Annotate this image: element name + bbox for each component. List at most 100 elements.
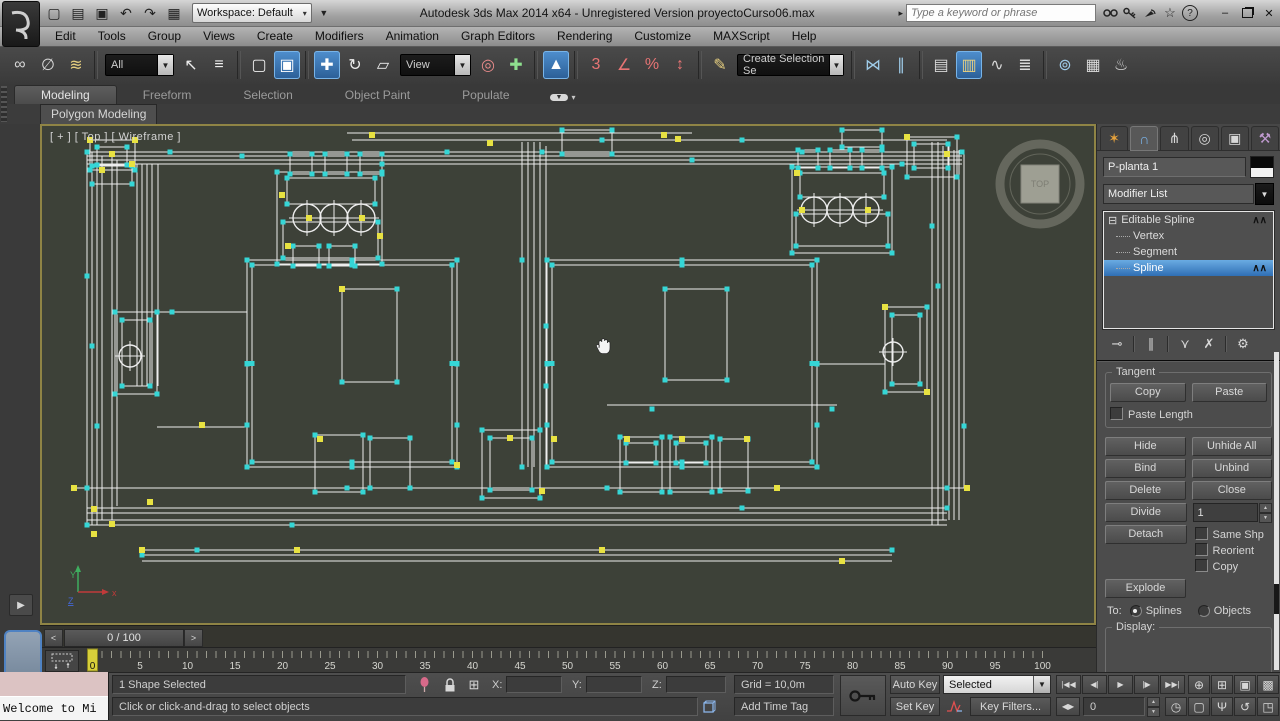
collapse-icon[interactable]: ⊟ [1108,214,1117,227]
scene-explorer-toggle[interactable]: ▥ [956,51,982,79]
named-selection-sets-dropdown[interactable]: Create Selection Se ▼ [737,53,844,77]
zoom-all-button[interactable]: ⊞ [1211,675,1233,694]
orbit-button[interactable]: ↺ [1234,697,1256,716]
viewport-layout-tabs-button[interactable]: ▶ [9,594,33,616]
new-file-icon[interactable]: ▢ [43,3,65,23]
detach-button[interactable]: Detach [1105,525,1187,544]
open-file-icon[interactable]: ▤ [67,3,89,23]
save-file-icon[interactable]: ▣ [91,3,113,23]
rectangular-selection-region-button[interactable]: ▢ [246,51,272,79]
select-and-rotate-button[interactable]: ↻ [342,51,368,79]
tangent-copy-button[interactable]: Copy [1110,383,1186,402]
viewport-label[interactable]: [ + ] [ Top ] [ Wireframe ] [50,131,181,143]
current-frame-field[interactable]: 0 [1083,697,1145,716]
menu-edit[interactable]: Edit [44,27,87,45]
spinner-snap-toggle[interactable]: ↕ [667,51,693,79]
menu-tools[interactable]: Tools [87,27,137,45]
motion-tab[interactable]: ◎ [1190,126,1219,151]
reorient-checkbox[interactable] [1194,543,1208,556]
select-and-scale-button[interactable]: ▱ [370,51,396,79]
object-color-swatch[interactable] [1250,156,1274,178]
dope-sheet-button[interactable]: ≣ [1012,51,1038,79]
time-configuration-button[interactable]: ◷ [1165,697,1187,716]
keyboard-shortcut-override-toggle[interactable]: ▲ [543,51,569,79]
same-shp-checkbox[interactable] [1194,527,1208,540]
isolate-selection-toggle[interactable] [414,676,434,694]
select-and-link-button[interactable]: ∞ [7,51,33,79]
select-and-move-button[interactable]: ✚ [314,51,340,79]
viewport-top[interactable]: [ + ] [ Top ] [ Wireframe ] TOP Yx Z [40,124,1096,625]
current-frame-indicator[interactable]: 0 [87,648,98,672]
menu-group[interactable]: Group [137,27,192,45]
menu-graph-editors[interactable]: Graph Editors [450,27,546,45]
scrollbar-thumb[interactable] [1274,584,1279,614]
object-name-field[interactable]: P-planta 1 [1103,157,1246,177]
zoom-extents-button[interactable]: ▣ [1234,675,1256,694]
key-filters-button[interactable]: Key Filters... [970,697,1051,716]
next-frame-arrow[interactable]: > [184,629,203,647]
add-time-tag-field[interactable]: Add Time Tag [734,697,834,716]
menu-animation[interactable]: Animation [375,27,450,45]
close-button[interactable]: Close [1191,481,1272,500]
select-and-manipulate-button[interactable]: ✚ [503,51,529,79]
ribbon-tab-selection[interactable]: Selection [217,86,318,104]
search-icon[interactable] [1100,4,1120,22]
next-frame-button[interactable]: |▶ [1134,675,1159,694]
mirror-button[interactable]: ⋈ [860,51,886,79]
x-coord-field[interactable] [506,676,562,693]
menu-create[interactable]: Create [246,27,304,45]
go-to-end-button[interactable]: ▶▶| [1160,675,1185,694]
use-pivot-point-center-button[interactable]: ◎ [475,51,501,79]
frame-spinner[interactable]: ▲ ▼ [1147,697,1160,717]
favorites-star-icon[interactable]: ☆ [1160,4,1180,22]
zoom-button[interactable]: ⊕ [1188,675,1210,694]
welcome-window[interactable]: Welcome to Mi [0,672,109,720]
bind-to-space-warp-button[interactable]: ≋ [63,51,89,79]
key-mode-toggle[interactable]: ◀▶ [1056,697,1080,716]
render-production-button[interactable]: ♨ [1108,51,1134,79]
menu-customize[interactable]: Customize [623,27,702,45]
explode-button[interactable]: Explode [1105,579,1186,598]
pan-button[interactable]: Ψ [1211,697,1233,716]
make-unique-button[interactable]: ⋎ [1173,336,1197,352]
paste-length-checkbox[interactable] [1110,407,1123,420]
z-coord-field[interactable] [666,676,726,693]
sign-in-key-icon[interactable] [1120,4,1140,22]
help-icon[interactable]: ? [1180,4,1200,22]
stack-item-spline[interactable]: Spline ∧∧ [1104,260,1273,276]
ribbon-tab-modeling[interactable]: Modeling [14,85,117,104]
set-keys-button[interactable] [840,675,886,716]
remove-modifier-button[interactable]: ✗ [1197,336,1221,352]
select-object-button[interactable]: ↖ [178,51,204,79]
undo-icon[interactable]: ↶ [115,3,137,23]
search-expand-icon[interactable]: ▸ [898,8,903,19]
edit-named-selection-sets-button[interactable]: ✎ [707,51,733,79]
ribbon-tab-object-paint[interactable]: Object Paint [319,86,436,104]
render-setup-button[interactable]: ⊚ [1052,51,1078,79]
unhide-all-button[interactable]: Unhide All [1191,437,1272,456]
communication-center-icon[interactable] [1140,4,1160,22]
menu-help[interactable]: Help [781,27,828,45]
modifier-list-dropdown[interactable]: Modifier List [1103,184,1254,204]
create-tab[interactable]: ✶ [1100,126,1129,151]
menu-modifiers[interactable]: Modifiers [304,27,375,45]
to-splines-radio[interactable] [1129,605,1142,617]
bind-button[interactable]: Bind [1105,459,1186,478]
utilities-tab[interactable]: ⚒ [1250,126,1280,151]
ribbon-tab-populate[interactable]: Populate [436,86,535,104]
selection-filter-dropdown[interactable]: All ▼ [105,54,174,76]
copy-checkbox[interactable] [1194,559,1208,572]
key-filter-scope-dropdown[interactable]: Selected ▼ [943,675,1051,694]
select-by-name-button[interactable]: ≡ [206,51,232,79]
welcome-window-title[interactable]: Welcome to Mi [0,697,108,720]
curve-editor-button[interactable]: ∿ [984,51,1010,79]
divide-count-field[interactable]: 1 [1192,503,1258,522]
set-key-button[interactable]: Set Key [890,697,940,716]
previous-frame-arrow[interactable]: < [44,629,63,647]
y-coord-field[interactable] [586,676,642,693]
divide-button[interactable]: Divide [1105,503,1187,522]
align-button[interactable]: ∥ [888,51,914,79]
stack-item-vertex[interactable]: Vertex [1104,228,1273,244]
menu-rendering[interactable]: Rendering [546,27,623,45]
stack-item-segment[interactable]: Segment [1104,244,1273,260]
